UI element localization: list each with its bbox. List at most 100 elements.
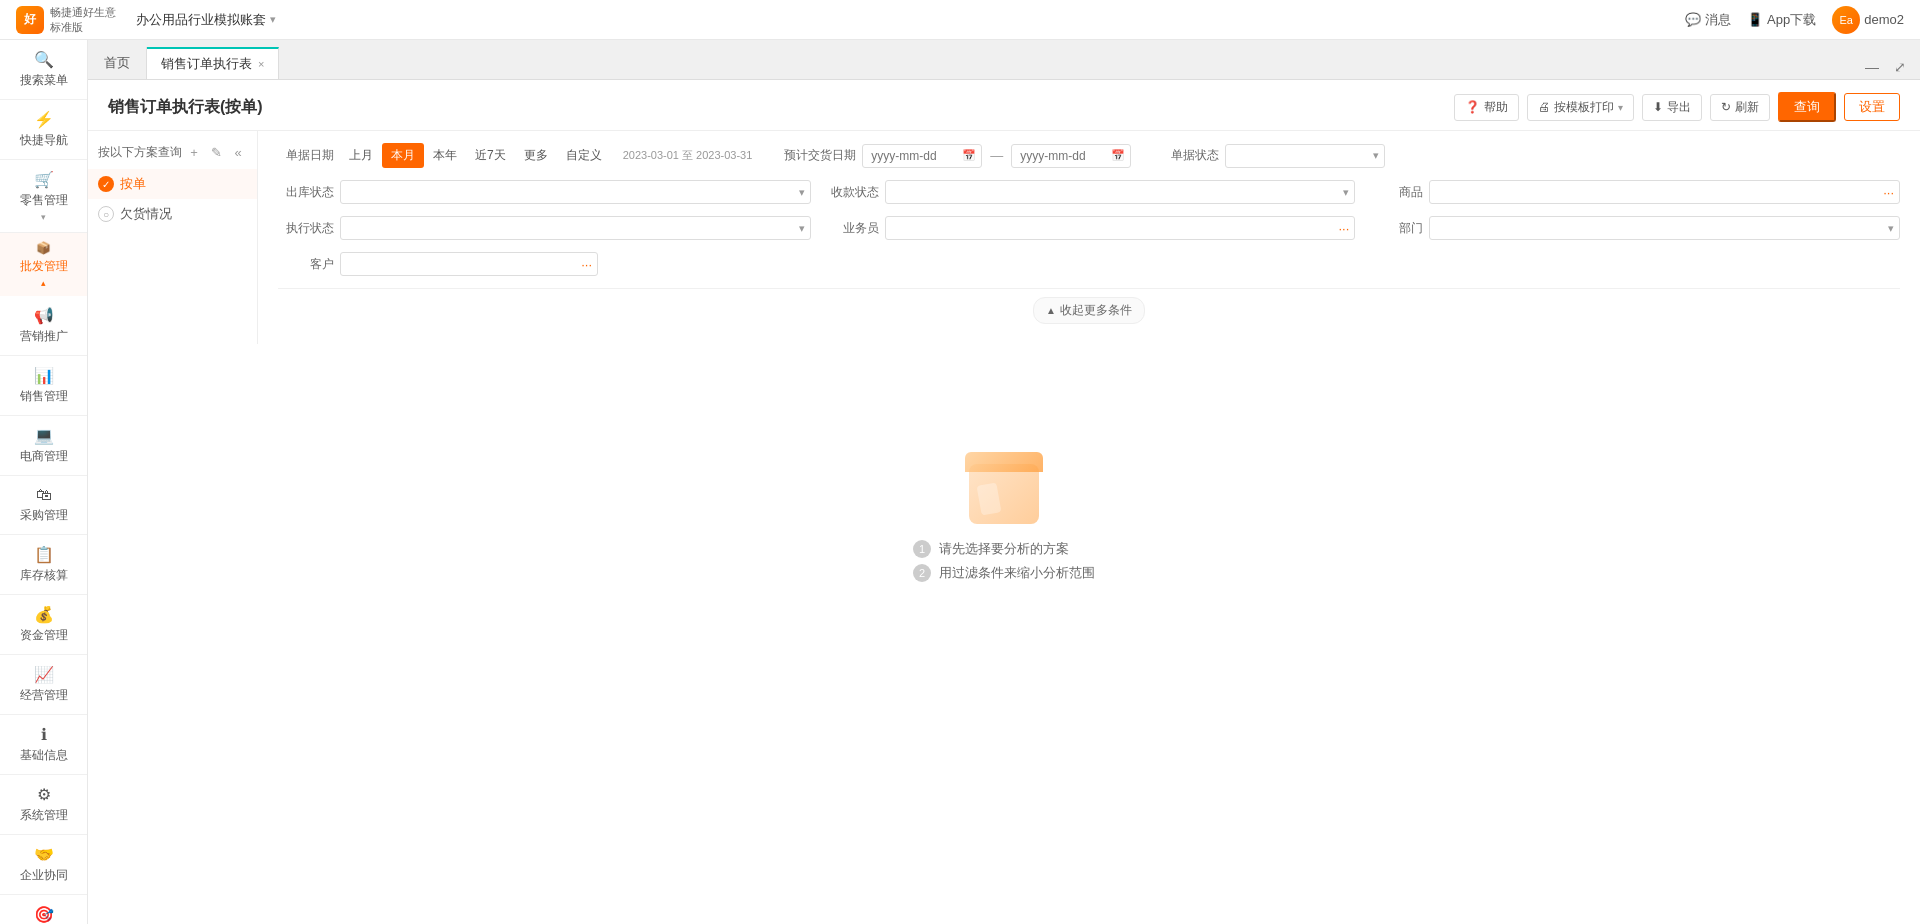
sidebar-item-purchase[interactable]: 🛍 采购管理 [0,476,87,535]
payment-select[interactable] [885,180,1356,204]
quicknav-icon: ⚡ [34,110,54,129]
expected-date-end-wrap [1011,144,1131,168]
date-label: 单据日期 [278,147,334,164]
tab-minimize-button[interactable]: — [1860,55,1884,79]
sales-icon: 📊 [34,366,54,385]
sidebar-item-guide[interactable]: 🎯 新手引导 [0,895,87,924]
tab-close-icon[interactable]: × [258,59,264,70]
execution-select[interactable] [340,216,811,240]
date-tab-thismonth[interactable]: 本月 [382,143,424,168]
sidebar-item-operations[interactable]: 📈 经营管理 [0,655,87,715]
page-inner: 销售订单执行表(按单) ❓ 帮助 🖨 按模板打印 ▾ [88,80,1920,924]
expected-date-label: 预计交货日期 [784,147,856,164]
sidebar-item-collab[interactable]: 🤝 企业协同 [0,835,87,895]
hint-num-2: 2 [913,564,931,582]
delivery-group: 出库状态 [278,180,811,204]
customer-more-icon[interactable]: ··· [581,257,592,272]
salesperson-more-icon[interactable]: ··· [1339,221,1350,236]
scheme-item-shortage[interactable]: ○ 欠货情况 [88,199,257,229]
date-tab-7days[interactable]: 近7天 [466,143,515,168]
print-button[interactable]: 🖨 按模板打印 ▾ [1527,94,1634,121]
sidebar-item-quicknav[interactable]: ⚡ 快捷导航 [0,100,87,160]
status-label: 单据状态 [1163,147,1219,164]
sidebar-item-wholesale[interactable]: 📦 批发管理 ▴ [0,233,87,296]
scheme-item-active[interactable]: ✓ 按单 [88,169,257,199]
sidebar-item-search[interactable]: 🔍 搜索菜单 [0,40,87,100]
sidebar-item-marketing[interactable]: 📢 营销推广 [0,296,87,356]
print-arrow-icon: ▾ [1618,102,1623,113]
scheme-panel-header: 按以下方案查询 + ✎ « [88,139,257,169]
page-body: 按以下方案查询 + ✎ « [88,131,1920,344]
top-header: 好 畅捷通好生意 标准版 办公用品行业模拟账套 ▾ 💬 消息 📱 App下载 E… [0,0,1920,40]
department-select[interactable] [1429,216,1900,240]
finance-icon: 💰 [34,605,54,624]
product-group: 商品 ··· [1367,180,1900,204]
message-button[interactable]: 💬 消息 [1685,11,1731,29]
tab-maximize-button[interactable]: ⤢ [1888,55,1912,79]
expected-date-group: 预计交货日期 — [784,144,1131,168]
collapse-button[interactable]: ▲ 收起更多条件 [1033,297,1145,324]
help-button[interactable]: ❓ 帮助 [1454,94,1519,121]
date-tab-lastmonth[interactable]: 上月 [340,143,382,168]
execution-select-wrap [340,216,811,240]
tab-home[interactable]: 首页 [88,47,147,79]
status-group: 单据状态 [1163,144,1385,168]
product-input[interactable] [1429,180,1900,204]
query-button[interactable]: 查询 [1778,92,1836,122]
guide-icon: 🎯 [34,905,54,924]
department-select-wrap [1429,216,1900,240]
logo-icon: 好 [16,6,44,34]
settings-button[interactable]: 设置 [1844,93,1900,121]
breadcrumb[interactable]: 办公用品行业模拟账套 ▾ [136,11,276,29]
export-button[interactable]: ⬇ 导出 [1642,94,1702,121]
sidebar-item-basic-info[interactable]: ℹ 基础信息 [0,715,87,775]
expected-date-end-input[interactable] [1011,144,1131,168]
product-more-icon[interactable]: ··· [1883,185,1894,200]
sidebar-item-sales[interactable]: 📊 销售管理 [0,356,87,416]
page-header: 销售订单执行表(按单) ❓ 帮助 🖨 按模板打印 ▾ [88,80,1920,131]
collab-icon: 🤝 [34,845,54,864]
chevron-up-icon: ▴ [41,278,46,288]
date-tab-custom[interactable]: 自定义 [557,143,611,168]
header-left: 好 畅捷通好生意 标准版 办公用品行业模拟账套 ▾ [16,5,276,34]
app-download-button[interactable]: 📱 App下载 [1747,11,1816,29]
user-menu[interactable]: Ea demo2 [1832,6,1904,34]
empty-state: 1 请先选择要分析的方案 2 用过滤条件来缩小分析范围 [88,344,1920,662]
filter-row-2: 出库状态 收款状态 [278,180,1900,204]
filter-row-4: 客户 ··· [278,252,1900,276]
expected-date-start-input[interactable] [862,144,982,168]
sidebar-item-finance[interactable]: 💰 资金管理 [0,595,87,655]
sidebar-item-system[interactable]: ⚙ 系统管理 [0,775,87,835]
salesperson-input[interactable] [885,216,1356,240]
purchase-icon: 🛍 [36,486,52,504]
scheme-collapse-button[interactable]: « [229,143,247,161]
customer-label: 客户 [278,256,334,273]
delivery-select-wrap [340,180,811,204]
marketing-icon: 📢 [34,306,54,325]
operations-icon: 📈 [34,665,54,684]
refresh-button[interactable]: ↻ 刷新 [1710,94,1770,121]
system-icon: ⚙ [37,785,51,804]
tab-active[interactable]: 销售订单执行表 × [147,47,279,79]
product-label: 商品 [1367,184,1423,201]
date-tab-thisyear[interactable]: 本年 [424,143,466,168]
status-select[interactable] [1225,144,1385,168]
tab-bar-actions: — ⤢ [1852,55,1920,79]
sidebar-item-ecommerce[interactable]: 💻 电商管理 [0,416,87,476]
customer-input[interactable] [340,252,598,276]
customer-group: 客户 ··· [278,252,598,276]
expected-date-start-wrap [862,144,982,168]
scheme-add-button[interactable]: + [185,143,203,161]
sidebar-item-inventory[interactable]: 📋 库存核算 [0,535,87,595]
filter-row-3: 执行状态 业务员 [278,216,1900,240]
execution-label: 执行状态 [278,220,334,237]
scheme-edit-button[interactable]: ✎ [207,143,225,161]
scheme-actions: + ✎ « [185,143,247,161]
header-right: 💬 消息 📱 App下载 Ea demo2 [1685,6,1904,34]
date-tab-more[interactable]: 更多 [515,143,557,168]
basicinfo-icon: ℹ [41,725,47,744]
delivery-select[interactable] [340,180,811,204]
sidebar-item-retail[interactable]: 🛒 零售管理 ▾ [0,160,87,233]
filter-row-1: 单据日期 上月 本月 本年 近7天 更多 自定义 2023-03-01 至 20… [278,143,1900,168]
date-filter-group: 单据日期 上月 本月 本年 近7天 更多 自定义 2023-03-01 至 20… [278,143,752,168]
